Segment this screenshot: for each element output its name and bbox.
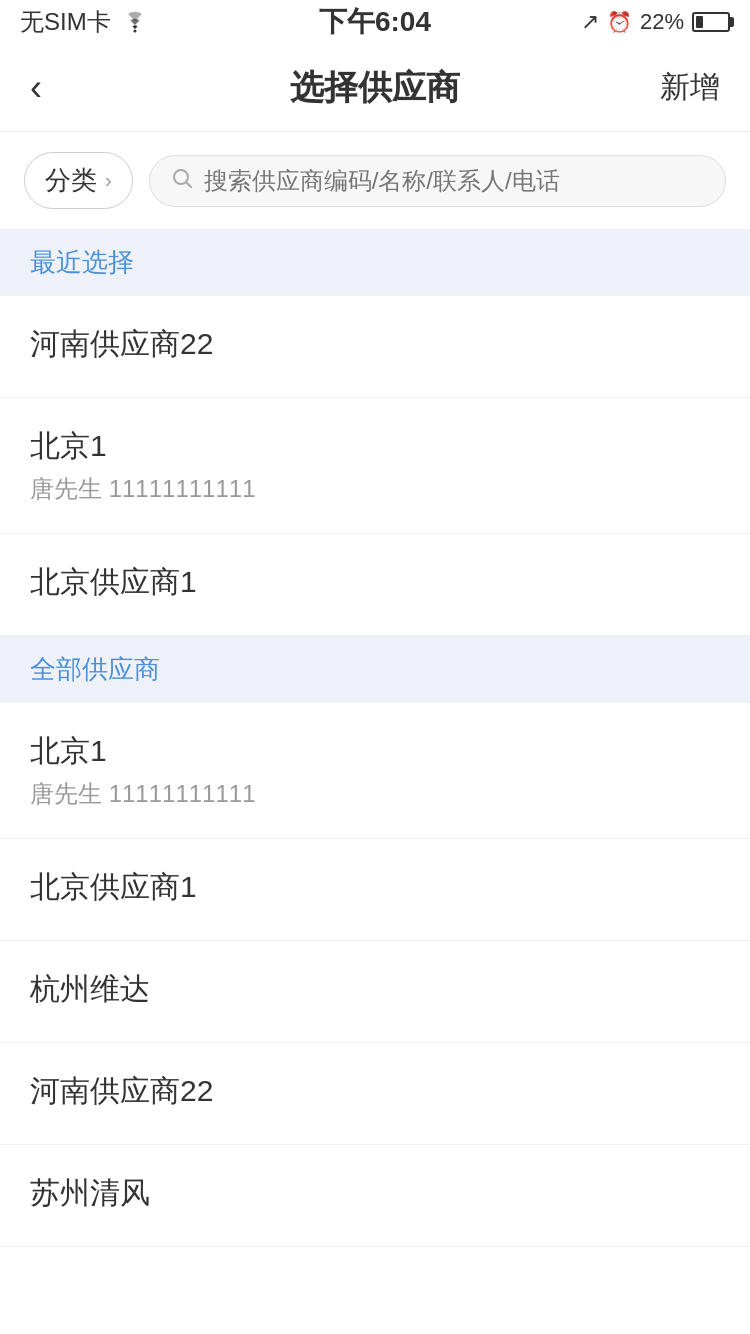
battery-icon [692, 12, 730, 32]
search-icon [170, 166, 194, 196]
content: 最近选择河南供应商22 北京1 唐先生 11111111111 北京供应商1 全部供应商… [0, 229, 750, 1247]
status-left: 无SIM卡 [20, 6, 149, 38]
carrier-label: 无SIM卡 [20, 6, 111, 38]
item-name: 河南供应商22 [30, 1071, 720, 1112]
item-name: 杭州维达 [30, 969, 720, 1010]
battery-percent: 22% [640, 9, 684, 35]
section-header-recent: 最近选择 [0, 229, 750, 296]
list-item[interactable]: 苏州清风 [0, 1145, 750, 1247]
status-bar: 无SIM卡 下午6:04 ↗ ⏰ 22% [0, 0, 750, 44]
filter-bar: 分类 › [0, 132, 750, 229]
item-name: 苏州清风 [30, 1173, 720, 1214]
svg-line-2 [186, 182, 191, 187]
search-input[interactable] [204, 167, 705, 195]
item-name: 北京1 [30, 731, 720, 772]
list-item[interactable]: 河南供应商22 [0, 296, 750, 398]
location-icon: ↗ [581, 9, 599, 35]
section-header-all: 全部供应商 [0, 636, 750, 703]
list-item[interactable]: 北京1 唐先生 11111111111 [0, 398, 750, 534]
item-name: 北京供应商1 [30, 867, 720, 908]
back-button[interactable]: ‹ [30, 67, 90, 109]
item-name: 北京供应商1 [30, 562, 720, 603]
status-right: ↗ ⏰ 22% [581, 9, 730, 35]
item-sub: 唐先生 11111111111 [30, 778, 720, 810]
list-item[interactable]: 杭州维达 [0, 941, 750, 1043]
nav-bar: ‹ 选择供应商 新增 [0, 44, 750, 132]
list-item[interactable]: 北京供应商1 [0, 534, 750, 636]
wifi-icon [121, 11, 149, 33]
item-sub: 唐先生 11111111111 [30, 473, 720, 505]
battery-fill [696, 16, 703, 28]
svg-point-0 [133, 30, 136, 33]
status-time: 下午6:04 [319, 3, 431, 41]
alarm-icon: ⏰ [607, 10, 632, 34]
page-title: 选择供应商 [290, 65, 460, 111]
category-button[interactable]: 分类 › [24, 152, 133, 209]
add-button[interactable]: 新增 [660, 67, 720, 108]
chevron-right-icon: › [105, 169, 112, 192]
list-item[interactable]: 北京供应商1 [0, 839, 750, 941]
category-label: 分类 [45, 163, 97, 198]
list-item[interactable]: 北京1 唐先生 11111111111 [0, 703, 750, 839]
search-box [149, 155, 726, 207]
item-name: 河南供应商22 [30, 324, 720, 365]
list-item[interactable]: 河南供应商22 [0, 1043, 750, 1145]
item-name: 北京1 [30, 426, 720, 467]
